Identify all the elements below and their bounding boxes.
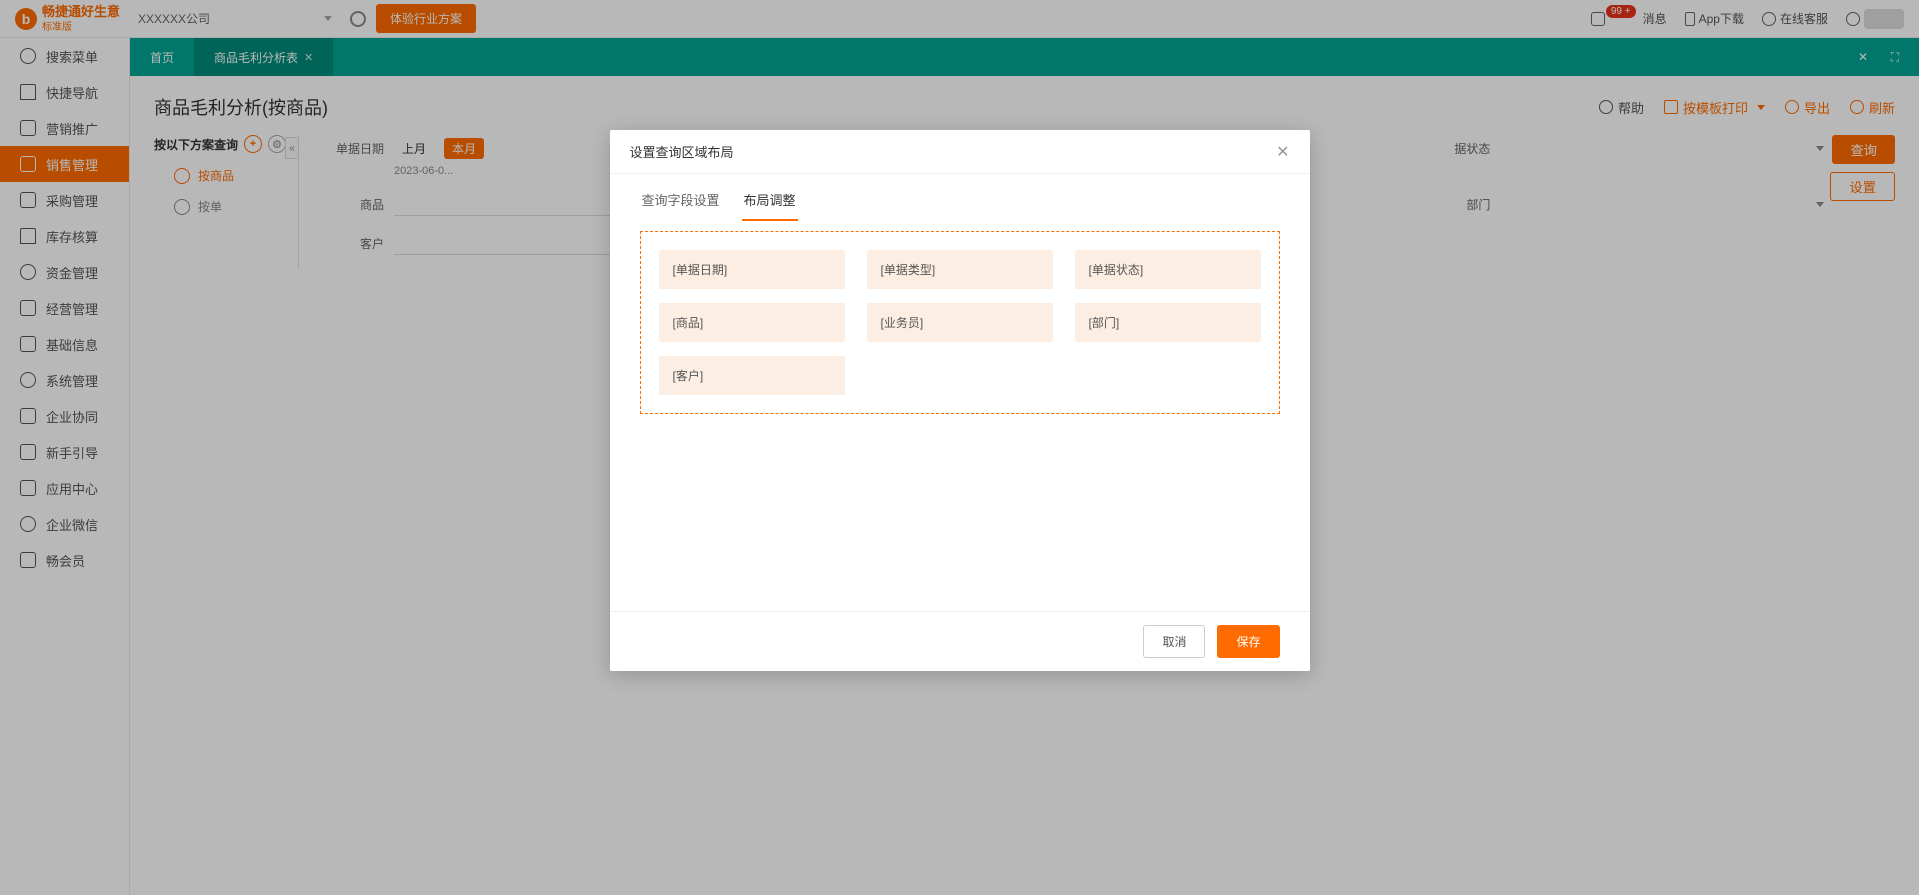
tab-field-settings[interactable]: 查询字段设置: [640, 184, 722, 221]
layout-drag-area: [单据日期] [单据类型] [单据状态] [商品] [业务员] [部门] [客户…: [640, 231, 1280, 414]
modal-header: 设置查询区域布局 ✕: [610, 130, 1310, 174]
chip-customer[interactable]: [客户]: [659, 356, 845, 395]
modal-body: [单据日期] [单据类型] [单据状态] [商品] [业务员] [部门] [客户…: [610, 221, 1310, 611]
chip-date[interactable]: [单据日期]: [659, 250, 845, 289]
save-button[interactable]: 保存: [1217, 625, 1279, 658]
chip-salesman[interactable]: [业务员]: [867, 303, 1053, 342]
tab-layout-adjust[interactable]: 布局调整: [742, 184, 798, 221]
layout-settings-modal: 设置查询区域布局 ✕ 查询字段设置 布局调整 [单据日期] [单据类型] [单据…: [610, 130, 1310, 671]
modal-close-icon[interactable]: ✕: [1276, 142, 1289, 162]
modal-footer: 取消 保存: [610, 611, 1310, 671]
chip-type[interactable]: [单据类型]: [867, 250, 1053, 289]
chip-status[interactable]: [单据状态]: [1075, 250, 1261, 289]
cancel-button[interactable]: 取消: [1143, 625, 1205, 658]
chip-dept[interactable]: [部门]: [1075, 303, 1261, 342]
chip-product[interactable]: [商品]: [659, 303, 845, 342]
modal-title: 设置查询区域布局: [630, 142, 734, 161]
modal-tabs: 查询字段设置 布局调整: [610, 174, 1310, 221]
